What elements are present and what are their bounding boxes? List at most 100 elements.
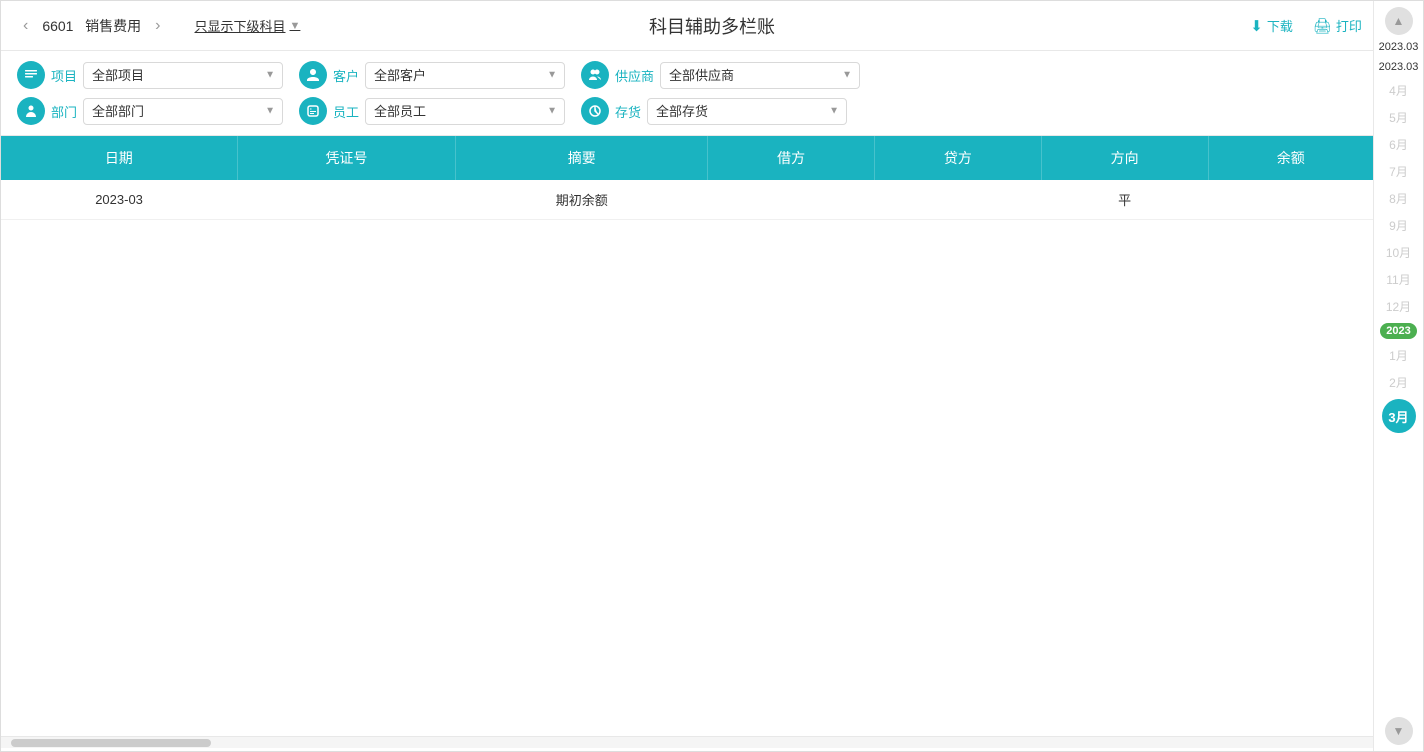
- account-code-label: 6601 销售费用: [42, 16, 141, 36]
- supplier-select[interactable]: 全部供应商: [660, 62, 860, 89]
- table-row: 2023-03 期初余额 平: [1, 180, 1373, 220]
- timeline-scroll-up-button[interactable]: ▲: [1385, 7, 1413, 35]
- account-name: 销售费用: [85, 18, 141, 34]
- timeline-period-1[interactable]: 2023.03: [1377, 37, 1421, 57]
- timeline-month-4[interactable]: 4月: [1374, 77, 1423, 104]
- employee-label: 员工: [333, 102, 359, 121]
- inventory-select[interactable]: 全部存货: [647, 98, 847, 125]
- month-11-label: 11月: [1386, 273, 1410, 287]
- supplier-icon: [581, 61, 609, 89]
- month-5-label: 5月: [1389, 111, 1408, 125]
- main-content: 日期 凭证号 摘要 借方 贷方 方向 余额 2023-03 期初余额: [1, 136, 1373, 748]
- page-title: 科目辅助多栏账: [649, 13, 775, 39]
- dept-icon: [17, 97, 45, 125]
- table-header-row: 日期 凭证号 摘要 借方 贷方 方向 余额: [1, 136, 1373, 180]
- month-1-label: 1月: [1389, 349, 1408, 363]
- supplier-label: 供应商: [615, 66, 654, 85]
- filter-row-2: 部门 全部部门 员工 全部员工: [17, 97, 1407, 125]
- account-code: 6601: [42, 18, 73, 34]
- print-label: 打印: [1336, 16, 1362, 35]
- col-credit: 贷方: [875, 136, 1042, 180]
- timeline-month-7[interactable]: 7月: [1374, 158, 1423, 185]
- show-sub-filter[interactable]: 只显示下级科目 ▼: [194, 16, 300, 35]
- scrollbar-thumb: [11, 739, 211, 747]
- dept-label: 部门: [51, 102, 77, 121]
- filter-item-dept: 部门 全部部门: [17, 97, 283, 125]
- dept-select-wrapper: 全部部门: [83, 98, 283, 125]
- filter-item-inventory: 存货 全部存货: [581, 97, 847, 125]
- print-icon: 🖨: [1313, 17, 1332, 35]
- table-body: 2023-03 期初余额 平: [1, 180, 1373, 220]
- title-bar: ‹ 6601 销售费用 › 只显示下级科目 ▼ 科目辅助多栏账 ⬇ 下载 🖨 打…: [1, 1, 1423, 51]
- show-sub-label: 只显示下级科目: [194, 16, 285, 35]
- customer-label: 客户: [333, 66, 359, 85]
- download-button[interactable]: ⬇ 下载: [1250, 16, 1293, 35]
- project-select[interactable]: 全部项目: [83, 62, 283, 89]
- chevron-down-icon: ▼: [290, 20, 301, 32]
- customer-icon: [299, 61, 327, 89]
- active-month-label: 3月: [1388, 407, 1408, 426]
- next-account-button[interactable]: ›: [149, 15, 166, 37]
- timeline-month-5[interactable]: 5月: [1374, 104, 1423, 131]
- month-10-label: 10月: [1386, 246, 1411, 260]
- employee-select[interactable]: 全部员工: [365, 98, 565, 125]
- year-label-badge: 2023: [1380, 323, 1416, 339]
- project-icon: [17, 61, 45, 89]
- print-button[interactable]: 🖨 打印: [1313, 16, 1362, 35]
- year-label: 2023: [1386, 325, 1410, 337]
- employee-icon: [299, 97, 327, 125]
- project-select-wrapper: 全部项目: [83, 62, 283, 89]
- month-8-label: 8月: [1389, 192, 1408, 206]
- inventory-icon: [581, 97, 609, 125]
- download-icon: ⬇: [1250, 17, 1263, 35]
- col-date: 日期: [1, 136, 237, 180]
- cell-voucher: [237, 180, 456, 220]
- month-4-label: 4月: [1389, 84, 1408, 98]
- filter-item-supplier: 供应商 全部供应商: [581, 61, 860, 89]
- col-balance: 余额: [1208, 136, 1373, 180]
- timeline-month-12[interactable]: 12月: [1374, 293, 1423, 320]
- timeline-period-2[interactable]: 2023.03: [1377, 57, 1421, 77]
- timeline-top-1: 2023.03: [1379, 41, 1419, 53]
- download-label: 下载: [1267, 16, 1293, 35]
- prev-account-button[interactable]: ‹: [17, 15, 34, 37]
- inventory-select-wrapper: 全部存货: [647, 98, 847, 125]
- col-summary: 摘要: [456, 136, 708, 180]
- month-12-label: 12月: [1386, 300, 1411, 314]
- timeline-month-6[interactable]: 6月: [1374, 131, 1423, 158]
- col-voucher: 凭证号: [237, 136, 456, 180]
- ledger-table: 日期 凭证号 摘要 借方 贷方 方向 余额 2023-03 期初余额: [1, 136, 1373, 220]
- customer-select-wrapper: 全部客户: [365, 62, 565, 89]
- filter-row-1: 项目 全部项目 客户 全部客户: [17, 61, 1407, 89]
- col-debit: 借方: [708, 136, 875, 180]
- timeline-month-11[interactable]: 11月: [1374, 266, 1423, 293]
- cell-debit: [708, 180, 875, 220]
- horizontal-scrollbar[interactable]: [1, 736, 1373, 748]
- project-label: 项目: [51, 66, 77, 85]
- supplier-select-wrapper: 全部供应商: [660, 62, 860, 89]
- timeline-month-9[interactable]: 9月: [1374, 212, 1423, 239]
- cell-date: 2023-03: [1, 180, 237, 220]
- side-timeline: ▲ 2023.03 2023.03 4月 5月 6月 7月 8月 9月 10月: [1373, 1, 1423, 751]
- employee-select-wrapper: 全部员工: [365, 98, 565, 125]
- dept-select[interactable]: 全部部门: [83, 98, 283, 125]
- timeline-month-2[interactable]: 2月: [1374, 369, 1423, 396]
- month-2-label: 2月: [1389, 376, 1408, 390]
- timeline-month-8[interactable]: 8月: [1374, 185, 1423, 212]
- month-7-label: 7月: [1389, 165, 1408, 179]
- filter-item-project: 项目 全部项目: [17, 61, 283, 89]
- month-6-label: 6月: [1389, 138, 1408, 152]
- timeline-month-3-active[interactable]: 3月: [1382, 399, 1416, 433]
- timeline-month-1[interactable]: 1月: [1374, 342, 1423, 369]
- filter-item-employee: 员工 全部员工: [299, 97, 565, 125]
- filter-item-customer: 客户 全部客户: [299, 61, 565, 89]
- timeline-month-10[interactable]: 10月: [1374, 239, 1423, 266]
- main-window: ‹ 6601 销售费用 › 只显示下级科目 ▼ 科目辅助多栏账 ⬇ 下载 🖨 打…: [0, 0, 1424, 752]
- col-direction: 方向: [1041, 136, 1208, 180]
- customer-select[interactable]: 全部客户: [365, 62, 565, 89]
- inventory-label: 存货: [615, 102, 641, 121]
- table-container[interactable]: 日期 凭证号 摘要 借方 贷方 方向 余额 2023-03 期初余额: [1, 136, 1373, 736]
- cell-credit: [875, 180, 1042, 220]
- timeline-scroll-down-button[interactable]: ▼: [1385, 717, 1413, 745]
- cell-direction: 平: [1041, 180, 1208, 220]
